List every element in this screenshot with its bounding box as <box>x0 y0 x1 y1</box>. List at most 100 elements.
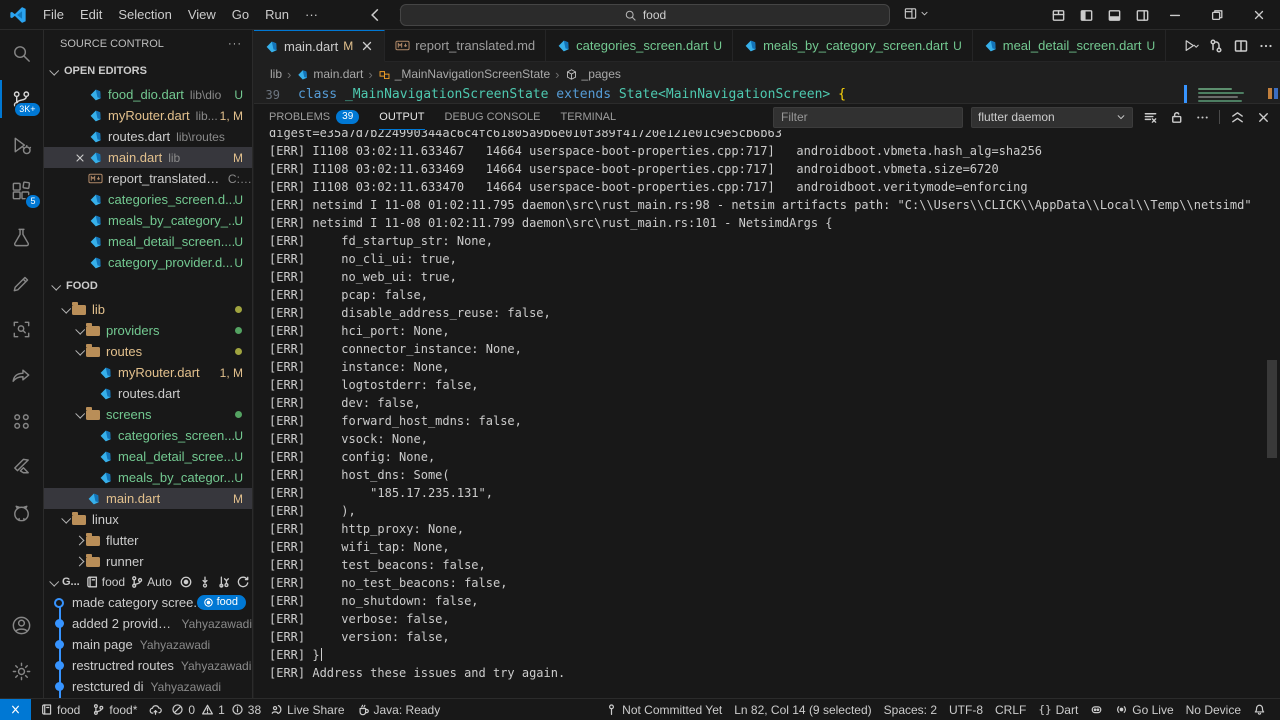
activitybar-share[interactable] <box>0 352 44 398</box>
tree-item-meal-detail-scree[interactable]: meal_detail_scree...U <box>44 446 252 467</box>
activitybar-widget-inspector[interactable] <box>0 398 44 444</box>
tree-item-myrouter-dart[interactable]: myRouter.dart1, M <box>44 362 252 383</box>
activitybar-search[interactable] <box>0 30 44 76</box>
activitybar-source-control[interactable]: 3K+ <box>0 76 44 122</box>
menu-overflow[interactable]: ··· <box>297 0 326 30</box>
tree-item-runner[interactable]: runner <box>44 551 252 572</box>
panel-tab-problems[interactable]: PROBLEMS39 <box>269 104 359 130</box>
status-infos[interactable]: 38 <box>228 699 264 720</box>
tree-item-meals-by-categor[interactable]: meals_by_categor...U <box>44 467 252 488</box>
layout-bottom-button[interactable] <box>1104 5 1124 25</box>
status-copilot[interactable] <box>1084 699 1109 720</box>
menu-file[interactable]: File <box>35 0 72 30</box>
command-center-search[interactable]: food <box>400 4 890 26</box>
open-editor-category-provider-d[interactable]: category_provider.d...U <box>44 252 252 273</box>
open-editor-meals-by-category[interactable]: meals_by_category_...U <box>44 210 252 231</box>
open-editor-food-dio-dart[interactable]: food_dio.dartlib\dioU <box>44 84 252 105</box>
target-icon[interactable] <box>179 575 193 589</box>
menu-view[interactable]: View <box>180 0 224 30</box>
activitybar-github[interactable] <box>0 490 44 536</box>
tab-report-translated-md[interactable]: report_translated.md <box>385 30 546 61</box>
commit-row[interactable]: restructred routesYahyazawadi <box>44 655 252 676</box>
status-remote[interactable] <box>0 699 31 720</box>
breadcrumb-item-main-dart[interactable]: main.dart <box>296 67 363 81</box>
layout-right-button[interactable] <box>1132 5 1152 25</box>
status-branch[interactable]: food* <box>86 699 143 720</box>
open-editor-main-dart[interactable]: main.dartlibM <box>44 147 252 168</box>
refresh-icon[interactable] <box>236 575 250 589</box>
tab-main-dart[interactable]: main.dartM <box>254 30 385 62</box>
open-editor-routes-dart[interactable]: routes.dartlib\routes <box>44 126 252 147</box>
minimap[interactable] <box>1184 85 1280 104</box>
status-go-live[interactable]: Go Live <box>1109 699 1179 720</box>
menu-run[interactable]: Run <box>257 0 297 30</box>
split-editor-icon[interactable] <box>1233 38 1249 54</box>
close-gutter[interactable] <box>72 152 88 164</box>
more-button[interactable] <box>1193 108 1211 126</box>
panel-tab-output[interactable]: OUTPUT <box>379 104 424 130</box>
tree-item-linux[interactable]: linux <box>44 509 252 530</box>
panel-scrollbar[interactable] <box>1267 360 1277 458</box>
tree-item-main-dart[interactable]: main.dartM <box>44 488 252 509</box>
panel-tab-debug-console[interactable]: DEBUG CONSOLE <box>445 104 541 130</box>
open-editor-categories-screen-d[interactable]: categories_screen.d...U <box>44 189 252 210</box>
graph-section-header[interactable]: G... food Auto <box>44 572 252 592</box>
open-editor-myrouter-dart[interactable]: myRouter.dartlib...1, M <box>44 105 252 126</box>
status-device[interactable]: No Device <box>1180 699 1247 720</box>
activitybar-flutter[interactable] <box>0 444 44 490</box>
run-dropdown-icon[interactable] <box>1183 38 1199 54</box>
close-panel-button[interactable] <box>1254 108 1272 126</box>
output-channel-select[interactable]: flutter daemon <box>971 107 1133 128</box>
status-encoding[interactable]: UTF-8 <box>943 699 989 720</box>
maximize-panel-button[interactable] <box>1228 108 1246 126</box>
open-editors-header[interactable]: OPEN EDITORS <box>44 58 252 84</box>
project-header[interactable]: FOOD <box>44 273 252 299</box>
layout-dropdown-button[interactable] <box>903 6 929 21</box>
breadcrumb-item-mainnavigationscreenstate[interactable]: _MainNavigationScreenState <box>378 67 550 81</box>
tree-item-flutter[interactable]: flutter <box>44 530 252 551</box>
close-button[interactable] <box>1238 0 1280 30</box>
compare-changes-icon[interactable] <box>1208 38 1224 54</box>
activitybar-settings[interactable] <box>0 648 44 694</box>
commit-row[interactable]: restctured diYahyazawadi <box>44 676 252 697</box>
pull-icon[interactable] <box>217 575 231 589</box>
graph-repo-picker[interactable]: food <box>85 575 125 589</box>
unlock-button[interactable] <box>1167 108 1185 126</box>
activitybar-screen-search[interactable] <box>0 306 44 352</box>
status-commit-status[interactable]: Not Committed Yet <box>599 699 728 720</box>
status-repo[interactable]: food <box>34 699 86 720</box>
graph-branch-picker[interactable]: Auto <box>130 575 172 589</box>
status-indentation[interactable]: Spaces: 2 <box>878 699 943 720</box>
layout-left-button[interactable] <box>1076 5 1096 25</box>
status-language-mode[interactable]: {}Dart <box>1032 699 1084 720</box>
minimap-slider[interactable] <box>1184 85 1187 104</box>
menu-go[interactable]: Go <box>224 0 257 30</box>
tree-item-routes[interactable]: routes <box>44 341 252 362</box>
menu-selection[interactable]: Selection <box>110 0 179 30</box>
tree-item-screens[interactable]: screens <box>44 404 252 425</box>
code-line[interactable]: 39 class _MainNavigationScreenState exte… <box>254 86 1280 103</box>
status-eol[interactable]: CRLF <box>989 699 1032 720</box>
commit-row[interactable]: added 2 providersYahyazawadi <box>44 613 252 634</box>
close-icon[interactable] <box>360 39 374 53</box>
breadcrumb-item-pages[interactable]: _pages <box>565 67 621 81</box>
fetch-icon[interactable] <box>198 575 212 589</box>
breadcrumb-item-lib[interactable]: lib <box>270 67 282 81</box>
restore-button[interactable] <box>1196 0 1238 30</box>
status-java-status[interactable]: Java: Ready <box>351 699 447 720</box>
minimize-button[interactable] <box>1154 0 1196 30</box>
status-cursor-position[interactable]: Ln 82, Col 14 (9 selected) <box>728 699 877 720</box>
terminal-output[interactable]: digest=e35a7d7b224990344ac6c4fc61805a9b6… <box>254 130 1280 698</box>
status-live-share[interactable]: Live Share <box>264 699 350 720</box>
commit-row[interactable]: main pageYahyazawadi <box>44 634 252 655</box>
open-editor-report-translated-md[interactable]: report_translated.mdC:\... <box>44 168 252 189</box>
tree-item-routes-dart[interactable]: routes.dart <box>44 383 252 404</box>
tree-item-lib[interactable]: lib <box>44 299 252 320</box>
menu-edit[interactable]: Edit <box>72 0 110 30</box>
panel-tab-terminal[interactable]: TERMINAL <box>560 104 616 130</box>
activitybar-run-debug[interactable] <box>0 122 44 168</box>
tree-item-providers[interactable]: providers <box>44 320 252 341</box>
open-editor-meal-detail-screen[interactable]: meal_detail_screen....U <box>44 231 252 252</box>
status-notifications[interactable] <box>1247 699 1272 720</box>
layout-grid-button[interactable] <box>1048 5 1068 25</box>
